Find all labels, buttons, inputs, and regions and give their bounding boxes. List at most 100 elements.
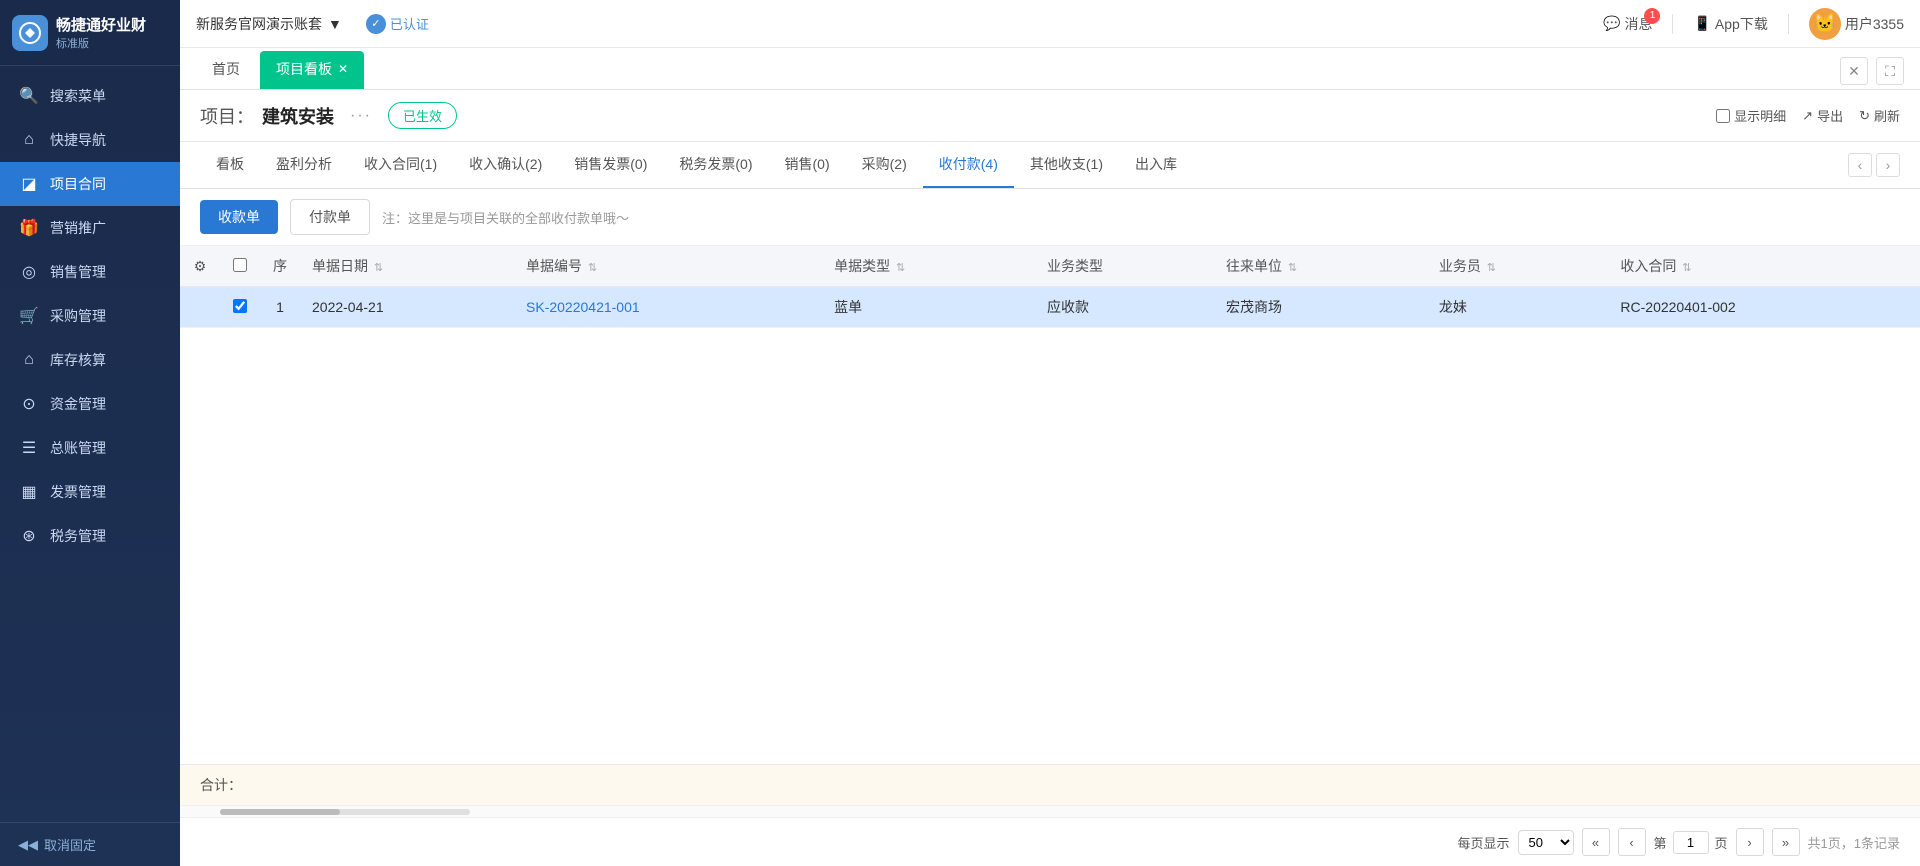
sub-tab-1[interactable]: 盈利分析 [260,142,348,188]
tab-home[interactable]: 首页 [196,51,256,89]
phone-icon: 📱 [1693,15,1710,32]
nav-icon-ledger-mgmt: ☰ [18,438,40,458]
col-doc-no[interactable]: 单据编号 ⇅ [514,246,822,287]
nav-icon-sales-mgmt: ◎ [18,262,40,282]
page-expand-button[interactable]: ⛶ [1876,57,1904,85]
last-page-button[interactable]: » [1772,828,1800,856]
show-detail-checkbox[interactable]: 显示明细 [1716,106,1786,125]
next-page-button[interactable]: › [1736,828,1764,856]
sidebar-item-sales-mgmt[interactable]: ◎ 销售管理 [0,250,180,294]
page-close-button[interactable]: ✕ [1840,57,1868,85]
sidebar-item-fund-mgmt[interactable]: ⊙ 资金管理 [0,382,180,426]
sidebar-item-ledger-mgmt[interactable]: ☰ 总账管理 [0,426,180,470]
col-date[interactable]: 单据日期 ⇅ [300,246,514,287]
message-icon: 💬 [1603,15,1620,32]
nav-icon-purchase-mgmt: 🛒 [18,306,40,326]
doc-link-0[interactable]: SK-20220421-001 [526,299,640,315]
col-partner[interactable]: 往来单位 ⇅ [1214,246,1427,287]
sub-tab-9[interactable]: 其他收支(1) [1014,142,1119,188]
summary-label: 合计： [200,775,242,795]
topbar-left: 新服务官网演示账套 ▼ ✓ 已认证 [196,14,1603,34]
select-all-checkbox[interactable] [233,258,247,272]
sub-tab-7[interactable]: 采购(2) [846,142,923,188]
main-area: 新服务官网演示账套 ▼ ✓ 已认证 💬 消息 1 📱 App下载 🐱 用户 [180,0,1920,866]
h-scrollbar-track[interactable] [220,809,470,815]
nav-label-search: 搜索菜单 [50,86,106,106]
app-download-button[interactable]: 📱 App下载 [1693,14,1767,34]
sub-tab-10[interactable]: 出入库 [1119,142,1193,188]
message-badge: 1 [1644,8,1660,24]
tab-project-board[interactable]: 项目看板 ✕ [260,51,364,89]
col-checkbox [220,246,260,287]
refresh-button[interactable]: ↻ 刷新 [1859,106,1900,125]
col-salesperson[interactable]: 业务员 ⇅ [1427,246,1609,287]
first-page-button[interactable]: « [1582,828,1610,856]
toolbar-note: 注：这里是与项目关联的全部收付款单哦～ [382,208,629,227]
sub-tab-0[interactable]: 看板 [200,142,260,188]
cell-settings-0 [180,287,220,328]
page-current: 第 页 [1654,831,1728,854]
sub-tab-3[interactable]: 收入确认(2) [453,142,558,188]
refresh-icon: ↻ [1859,108,1870,124]
nav-icon-invoice-mgmt: ▦ [18,482,40,502]
nav-icon-inventory: ⌂ [18,351,40,369]
sidebar-item-purchase-mgmt[interactable]: 🛒 采购管理 [0,294,180,338]
prev-page-button[interactable]: ‹ [1618,828,1646,856]
verified-badge: ✓ 已认证 [366,14,429,34]
table-summary: 合计： [180,764,1920,805]
h-scrollbar-thumb[interactable] [220,809,340,815]
page-suffix: 页 [1715,833,1728,852]
show-detail-label: 显示明细 [1734,106,1786,125]
topbar: 新服务官网演示账套 ▼ ✓ 已认证 💬 消息 1 📱 App下载 🐱 用户 [180,0,1920,48]
nav-icon-project-contract: ◪ [18,174,40,194]
nav-icon-quick-nav: ⌂ [18,131,40,149]
cell-doctype-0: 蓝单 [822,287,1035,328]
page-number-input[interactable] [1673,831,1709,854]
sub-tab-prev[interactable]: ‹ [1848,153,1872,177]
sub-tab-5[interactable]: 税务发票(0) [663,142,768,188]
nav-label-project-contract: 项目合同 [50,174,106,194]
verified-icon: ✓ [366,14,386,34]
sub-tab-4[interactable]: 销售发票(0) [558,142,663,188]
sub-tab-next[interactable]: › [1876,153,1900,177]
content-area: 项目： 建筑安装 ··· 已生效 显示明细 ↗ 导出 ↻ 刷新 [180,90,1920,866]
export-button[interactable]: ↗ 导出 [1802,106,1843,125]
sidebar: 畅捷通好业财 标准版 🔍 搜索菜单 ⌂ 快捷导航 ◪ 项目合同 🎁 营销推广 ◎… [0,0,180,866]
user-menu[interactable]: 🐱 用户3355 [1809,8,1904,40]
nav-label-invoice-mgmt: 发票管理 [50,482,106,502]
sidebar-item-tax-mgmt[interactable]: ⊛ 税务管理 [0,514,180,558]
col-contract[interactable]: 收入合同 ⇅ [1608,246,1920,287]
tab-close-icon[interactable]: ✕ [338,62,348,76]
sidebar-item-quick-nav[interactable]: ⌂ 快捷导航 [0,118,180,162]
nav-label-purchase-mgmt: 采购管理 [50,306,106,326]
show-detail-input[interactable] [1716,109,1730,123]
table-header-row: ⚙ 序 单据日期 ⇅ 单据编号 ⇅ 单据类型 ⇅ 业务类型 往来单位 ⇅ 业务员… [180,246,1920,287]
col-settings[interactable]: ⚙ [180,246,220,287]
sidebar-item-marketing[interactable]: 🎁 营销推广 [0,206,180,250]
cell-docno-0: SK-20220421-001 [514,287,822,328]
sub-tab-6[interactable]: 销售(0) [769,142,846,188]
payments-button[interactable]: 付款单 [290,199,370,235]
receipts-button[interactable]: 收款单 [200,200,278,234]
verified-label: 已认证 [390,14,429,33]
col-doc-type[interactable]: 单据类型 ⇅ [822,246,1035,287]
nav-icon-tax-mgmt: ⊛ [18,526,40,546]
per-page-select[interactable]: 50 100 200 [1518,830,1574,855]
sidebar-item-project-contract[interactable]: ◪ 项目合同 [0,162,180,206]
sidebar-item-search[interactable]: 🔍 搜索菜单 [0,74,180,118]
account-selector[interactable]: 新服务官网演示账套 ▼ [196,14,342,34]
sidebar-item-invoice-mgmt[interactable]: ▦ 发票管理 [0,470,180,514]
tab-home-label: 首页 [212,61,240,77]
topbar-right: 💬 消息 1 📱 App下载 🐱 用户3355 [1603,8,1904,40]
message-button[interactable]: 💬 消息 1 [1603,14,1652,34]
app-title-block: 畅捷通好业财 标准版 [56,14,146,51]
sub-tab-8[interactable]: 收付款(4) [923,142,1014,188]
sidebar-unpin-button[interactable]: ◀◀ 取消固定 [0,822,180,866]
sub-tab-2[interactable]: 收入合同(1) [348,142,453,188]
app-logo [12,15,48,51]
project-more-button[interactable]: ··· [350,107,372,125]
row-checkbox-0[interactable] [233,299,247,313]
app-edition: 标准版 [56,35,146,51]
table-toolbar: 收款单 付款单 注：这里是与项目关联的全部收付款单哦～ [180,189,1920,246]
sidebar-item-inventory[interactable]: ⌂ 库存核算 [0,338,180,382]
